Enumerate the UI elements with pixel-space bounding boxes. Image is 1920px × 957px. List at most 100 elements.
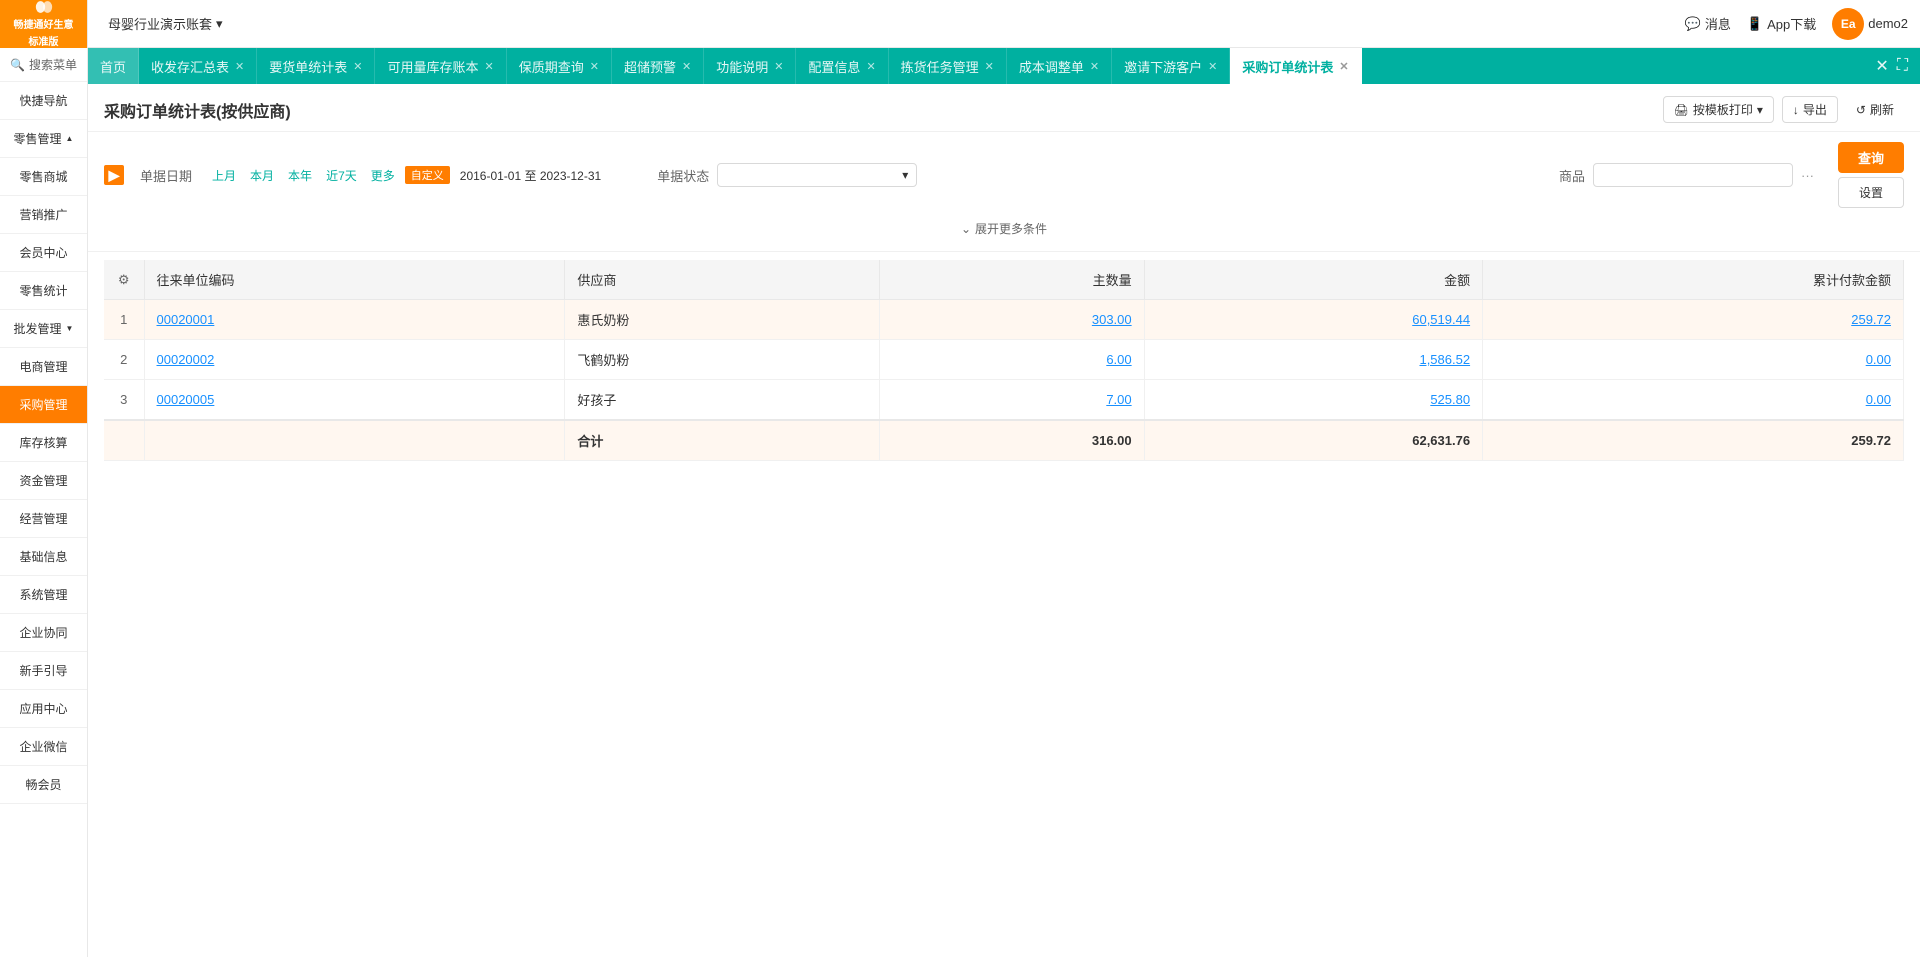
sidebar-item-app-center[interactable]: 应用中心 [0,690,87,728]
date-range-display: 2016-01-01 至 2023-12-31 [460,167,601,184]
sidebar-item-retail-mall[interactable]: 零售商城 [0,158,87,196]
qty-link[interactable]: 6.00 [1106,352,1131,367]
sidebar-item-capital[interactable]: 资金管理 [0,462,87,500]
custom-date-badge[interactable]: 自定义 [405,166,450,184]
col-settings[interactable]: ⚙ [104,260,144,300]
tab-close-icon[interactable]: ✕ [235,60,244,73]
tab-order-stats[interactable]: 要货单统计表 ✕ [257,48,375,84]
tab-close-icon[interactable]: ✕ [682,60,691,73]
sidebar-item-quick-nav[interactable]: 快捷导航 [0,82,87,120]
paid-link[interactable]: 259.72 [1851,312,1891,327]
sidebar-item-label: 企业微信 [19,738,67,755]
expand-more-button[interactable]: ⌄ 展开更多条件 [104,216,1904,241]
sidebar-item-wechat[interactable]: 企业微信 [0,728,87,766]
shortcut-this-month[interactable]: 本月 [246,166,278,185]
cell-supplier: 飞鹤奶粉 [565,340,880,380]
tab-close-icon[interactable]: ✕ [985,60,994,73]
tab-label: 可用量库存账本 [387,57,478,76]
cell-index: 2 [104,340,144,380]
qty-link[interactable]: 303.00 [1092,312,1132,327]
sidebar-item-retail-stats[interactable]: 零售统计 [0,272,87,310]
tab-config-info[interactable]: 配置信息 ✕ [796,48,888,84]
sidebar-item-member[interactable]: 会员中心 [0,234,87,272]
tab-label: 收发存汇总表 [151,57,229,76]
sidebar-item-inventory[interactable]: 库存核算 [0,424,87,462]
amount-link[interactable]: 525.80 [1430,392,1470,407]
tab-pick-task[interactable]: 拣货任务管理 ✕ [889,48,1007,84]
export-label: 导出 [1803,101,1827,118]
tab-home[interactable]: 首页 [88,48,139,84]
sidebar-item-label: 快捷导航 [19,92,67,109]
shortcut-more[interactable]: 更多 [367,166,399,185]
sidebar-item-ecommerce[interactable]: 电商管理 [0,348,87,386]
column-settings-icon[interactable]: ⚙ [118,272,130,288]
sidebar-search-label: 搜索菜单 [29,56,77,73]
shortcut-last-month[interactable]: 上月 [208,166,240,185]
maximize-icon[interactable]: ⛶ [1897,57,1908,75]
paid-link[interactable]: 0.00 [1866,392,1891,407]
sidebar-item-purchase[interactable]: 采购管理 [0,386,87,424]
sidebar-item-new-guide[interactable]: 新手引导 [0,652,87,690]
query-button[interactable]: 查询 [1838,142,1904,173]
message-button[interactable]: 💬 消息 [1685,14,1731,33]
tab-close-icon[interactable]: ✕ [774,60,783,73]
tab-close-icon[interactable]: ✕ [866,60,875,73]
settings-button[interactable]: 设置 [1838,177,1904,208]
tab-close-icon[interactable]: ✕ [1090,60,1099,73]
tab-usable-stock[interactable]: 可用量库存账本 ✕ [375,48,506,84]
code-link[interactable]: 00020005 [157,392,215,407]
shortcut-7days[interactable]: 近7天 [322,166,361,185]
status-select-arrow: ▾ [902,168,908,182]
goods-input[interactable] [1593,163,1793,187]
sidebar-item-label: 采购管理 [19,396,67,413]
paid-link[interactable]: 0.00 [1866,352,1891,367]
workspace-selector[interactable]: 母婴行业演示账套 ▾ [100,10,231,37]
shortcut-this-year[interactable]: 本年 [284,166,316,185]
code-link[interactable]: 00020001 [157,312,215,327]
tab-close-icon[interactable]: ✕ [590,60,599,73]
sidebar-item-retail[interactable]: 零售管理 [0,120,87,158]
sidebar-item-label: 企业协同 [19,624,67,641]
date-shortcuts: 上月 本月 本年 近7天 更多 自定义 2016-01-01 至 2023-12… [208,166,601,185]
tab-func-desc[interactable]: 功能说明 ✕ [704,48,796,84]
sidebar-item-system[interactable]: 系统管理 [0,576,87,614]
tab-close-icon[interactable]: ✕ [1339,60,1348,73]
filter-row-1: ▶ 单据日期 上月 本月 本年 近7天 更多 自定义 2016-01-01 至 … [104,142,1904,208]
sidebar-item-operation[interactable]: 经营管理 [0,500,87,538]
tab-collect-send[interactable]: 收发存汇总表 ✕ [139,48,257,84]
status-select[interactable]: ▾ [717,163,917,187]
sidebar-item-enterprise[interactable]: 企业协同 [0,614,87,652]
tab-close-icon[interactable]: ✕ [1208,60,1217,73]
sidebar-search[interactable]: 🔍 搜索菜单 [0,48,87,82]
tab-overstock-warn[interactable]: 超储预警 ✕ [612,48,704,84]
sidebar-item-marketing[interactable]: 营销推广 [0,196,87,234]
tab-expiry-query[interactable]: 保质期查询 ✕ [507,48,612,84]
tab-cost-adjust[interactable]: 成本调整单 ✕ [1007,48,1112,84]
amount-link[interactable]: 60,519.44 [1412,312,1470,327]
top-bar-right: 💬 消息 📱 App下载 Ea demo2 [1685,8,1908,40]
tab-close-icon[interactable]: ✕ [485,60,494,73]
refresh-button[interactable]: ↺ 刷新 [1846,97,1904,122]
cell-supplier: 惠氏奶粉 [565,300,880,340]
table-footer: 合计 316.00 62,631.76 259.72 [104,420,1904,461]
template-print-button[interactable]: 🖨 按模板打印 ▾ [1663,96,1774,123]
tab-close-icon[interactable]: ✕ [353,60,362,73]
filter-toggle-button[interactable]: ▶ [104,165,124,185]
code-link[interactable]: 00020002 [157,352,215,367]
goods-more-icon[interactable]: ··· [1801,168,1814,183]
tab-invite-downstream[interactable]: 邀请下游客户 ✕ [1112,48,1230,84]
app-download-button[interactable]: 📱 App下载 [1747,14,1816,33]
sidebar-item-basic-info[interactable]: 基础信息 [0,538,87,576]
sidebar-item-vip-member[interactable]: 畅会员 [0,766,87,804]
sidebar-item-wholesale[interactable]: 批发管理 [0,310,87,348]
user-profile[interactable]: Ea demo2 [1832,8,1908,40]
cell-qty: 6.00 [880,340,1145,380]
qty-link[interactable]: 7.00 [1106,392,1131,407]
close-all-icon[interactable]: ✕ [1875,56,1888,76]
cell-amount: 525.80 [1144,380,1482,421]
amount-link[interactable]: 1,586.52 [1419,352,1470,367]
page-header: 采购订单统计表(按供应商) 🖨 按模板打印 ▾ ↓ 导出 ↺ 刷新 [88,84,1920,132]
export-button[interactable]: ↓ 导出 [1782,96,1838,123]
sidebar-item-label: 零售统计 [19,282,67,299]
tab-purchase-stats[interactable]: 采购订单统计表 ✕ [1230,48,1361,84]
